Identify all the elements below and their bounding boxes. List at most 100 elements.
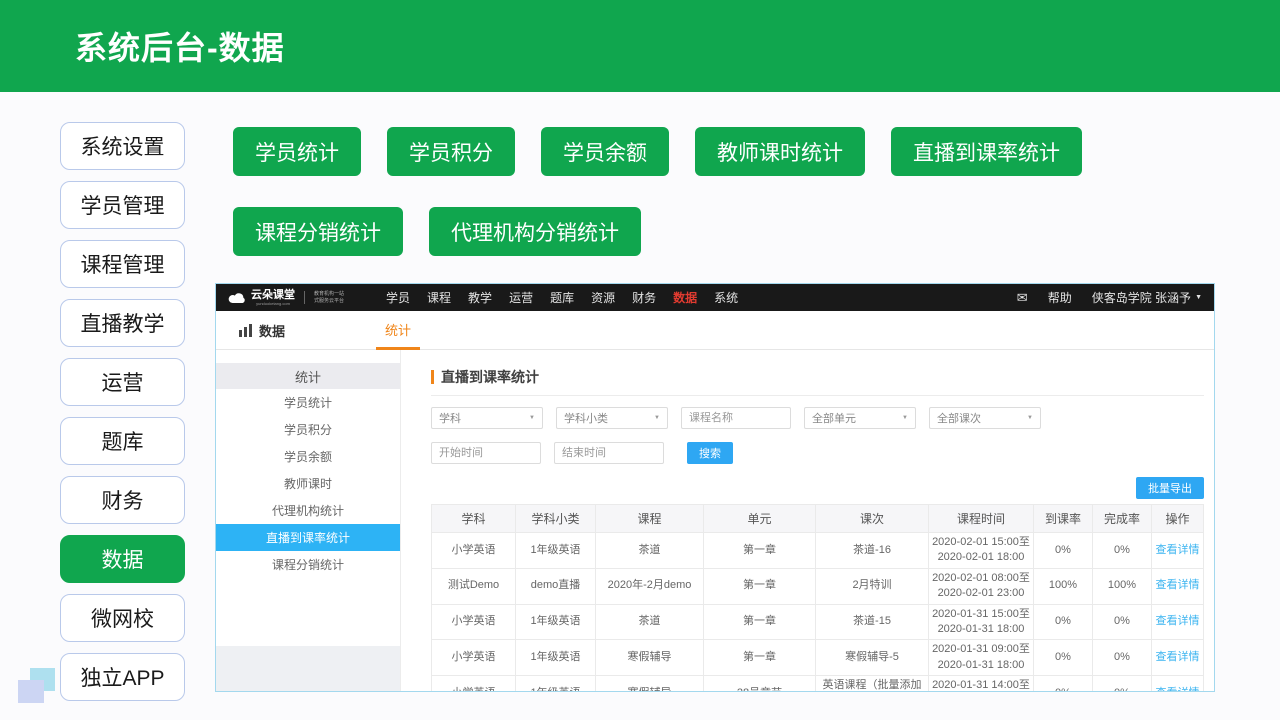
tagline-line-2: 式服务云平台 [314, 298, 344, 304]
cell-attendance-rate: 0% [1034, 604, 1093, 640]
cell-course: 茶道 [596, 604, 704, 640]
account-menu[interactable]: 侠客岛学院 张涵予 ▼ [1092, 289, 1202, 306]
admin-screenshot-window: 云朵课堂 yunduoketang.com 教育机构一站式服务云平台 学员 课程… [215, 283, 1215, 692]
cell-attendance-rate: 0% [1034, 640, 1093, 676]
tagline-line-1: 教育机构一站 [314, 291, 344, 297]
cell-unit: 第一章 [704, 568, 816, 604]
logo-url: yunduoketang.com [256, 302, 290, 306]
cell-subject: 小学英语 [432, 533, 516, 569]
quick-button[interactable]: 代理机构分销统计 [429, 207, 641, 256]
filter-row-1: 学科 ▼ 学科小类 ▼ 全部单元 ▼ 全部课次 ▼ [431, 407, 1204, 429]
sidenav-filler [216, 646, 400, 691]
cell-course: 2020年-2月demo [596, 568, 704, 604]
cell-unit: 第一章 [704, 533, 816, 569]
sidebar-item[interactable]: 数据 [60, 535, 185, 583]
table-header-cell: 操作 [1152, 505, 1204, 533]
course-name-input[interactable] [681, 407, 791, 429]
admin-body: 统计 学员统计 学员积分 学员余额 教师课时 代理机构统计 直播到课率统计 课程… [216, 350, 1214, 691]
cell-course: 寒假辅导 [596, 676, 704, 692]
sidebar-item[interactable]: 运营 [60, 358, 185, 406]
quick-button[interactable]: 课程分销统计 [233, 207, 403, 256]
table-header-cell: 学科小类 [516, 505, 596, 533]
lesson-select-value: 全部课次 [937, 410, 981, 426]
cell-completion-rate: 0% [1093, 604, 1152, 640]
admin-nav-item[interactable]: 财务 [632, 289, 656, 306]
cell-course: 寒假辅导 [596, 640, 704, 676]
admin-content: 直播到课率统计 学科 ▼ 学科小类 ▼ 全部单元 ▼ 全部课次 [401, 350, 1214, 691]
help-link[interactable]: 帮助 [1048, 289, 1072, 306]
admin-nav-item[interactable]: 学员 [386, 289, 410, 306]
quick-button[interactable]: 学员统计 [233, 127, 361, 176]
quick-button[interactable]: 学员积分 [387, 127, 515, 176]
sidebar-item[interactable]: 微网校 [60, 594, 185, 642]
admin-topbar: 云朵课堂 yunduoketang.com 教育机构一站式服务云平台 学员 课程… [216, 284, 1214, 311]
sidenav-item[interactable]: 直播到课率统计 [216, 524, 400, 551]
quick-button[interactable]: 教师课时统计 [695, 127, 865, 176]
cell-category: 1年级英语 [516, 533, 596, 569]
unit-select[interactable]: 全部单元 ▼ [804, 407, 916, 429]
batch-export-button[interactable]: 批量导出 [1136, 477, 1204, 499]
cell-attendance-rate: 0% [1034, 533, 1093, 569]
cloud-logo-icon [228, 292, 246, 304]
cell-unit: 第一章 [704, 604, 816, 640]
cell-lesson: 寒假辅导-5 [816, 640, 929, 676]
cell-category: 1年级英语 [516, 676, 596, 692]
cell-course-time: 2020-02-01 15:00至2020-02-01 18:00 [929, 533, 1034, 569]
cell-lesson: 英语课程（批量添加课次）-3 [816, 676, 929, 692]
view-details-link[interactable]: 查看详情 [1152, 568, 1204, 604]
mail-icon[interactable]: ✉ [1017, 290, 1028, 306]
content-title-text: 直播到课率统计 [441, 367, 539, 387]
end-time-input[interactable] [554, 442, 664, 464]
view-details-link[interactable]: 查看详情 [1152, 604, 1204, 640]
sidenav-item[interactable]: 课程分销统计 [216, 551, 400, 578]
quick-button[interactable]: 直播到课率统计 [891, 127, 1082, 176]
table-row: 测试Demo demo直播 2020年-2月demo 第一章 2月特训 2020… [432, 568, 1204, 604]
admin-nav-item[interactable]: 题库 [550, 289, 574, 306]
filter-row-2: 搜索 [431, 442, 1204, 464]
view-details-link[interactable]: 查看详情 [1152, 640, 1204, 676]
start-time-input[interactable] [431, 442, 541, 464]
logo: 云朵课堂 yunduoketang.com 教育机构一站式服务云平台 [228, 290, 344, 306]
subject-select[interactable]: 学科 ▼ [431, 407, 543, 429]
tab-statistics[interactable]: 统计 [376, 311, 420, 350]
cell-completion-rate: 0% [1093, 640, 1152, 676]
sidebar-item[interactable]: 题库 [60, 417, 185, 465]
quick-button[interactable]: 学员余额 [541, 127, 669, 176]
lesson-select[interactable]: 全部课次 ▼ [929, 407, 1041, 429]
sidebar-item[interactable]: 课程管理 [60, 240, 185, 288]
subject-subcategory-select[interactable]: 学科小类 ▼ [556, 407, 668, 429]
sidenav-item[interactable]: 代理机构统计 [216, 497, 400, 524]
cell-lesson: 2月特训 [816, 568, 929, 604]
sidenav-items: 学员统计 学员积分 学员余额 教师课时 代理机构统计 直播到课率统计 课程分销统… [216, 389, 400, 578]
sidenav-item[interactable]: 学员积分 [216, 416, 400, 443]
view-details-link[interactable]: 查看详情 [1152, 676, 1204, 692]
logo-text: 云朵课堂 [251, 290, 295, 301]
account-label: 侠客岛学院 张涵予 [1092, 289, 1191, 306]
sidenav-item[interactable]: 学员统计 [216, 389, 400, 416]
sidebar-item[interactable]: 财务 [60, 476, 185, 524]
sidenav-item[interactable]: 学员余额 [216, 443, 400, 470]
admin-nav-item[interactable]: 系统 [714, 289, 738, 306]
cell-subject: 小学英语 [432, 640, 516, 676]
admin-topbar-right: ✉ 帮助 侠客岛学院 张涵予 ▼ [1017, 289, 1202, 306]
sidebar-item[interactable]: 学员管理 [60, 181, 185, 229]
admin-nav-item[interactable]: 教学 [468, 289, 492, 306]
sidebar-item[interactable]: 独立APP [60, 653, 185, 701]
table-header-cell: 学科 [432, 505, 516, 533]
admin-nav-item[interactable]: 课程 [427, 289, 451, 306]
cell-category: demo直播 [516, 568, 596, 604]
cell-completion-rate: 0% [1093, 533, 1152, 569]
breadcrumb: 数据 [239, 321, 285, 340]
cell-course: 茶道 [596, 533, 704, 569]
page-header: 系统后台-数据 [0, 0, 1280, 92]
admin-nav-item[interactable]: 运营 [509, 289, 533, 306]
sidenav-item[interactable]: 教师课时 [216, 470, 400, 497]
sidebar-item[interactable]: 直播教学 [60, 299, 185, 347]
sidebar-item[interactable]: 系统设置 [60, 122, 185, 170]
admin-subbar: 数据 统计 [216, 311, 1214, 350]
admin-nav-item[interactable]: 数据 [673, 289, 697, 306]
search-button[interactable]: 搜索 [687, 442, 733, 464]
admin-nav-item[interactable]: 资源 [591, 289, 615, 306]
table-row: 小学英语 1年级英语 茶道 第一章 茶道-16 2020-02-01 15:00… [432, 533, 1204, 569]
view-details-link[interactable]: 查看详情 [1152, 533, 1204, 569]
